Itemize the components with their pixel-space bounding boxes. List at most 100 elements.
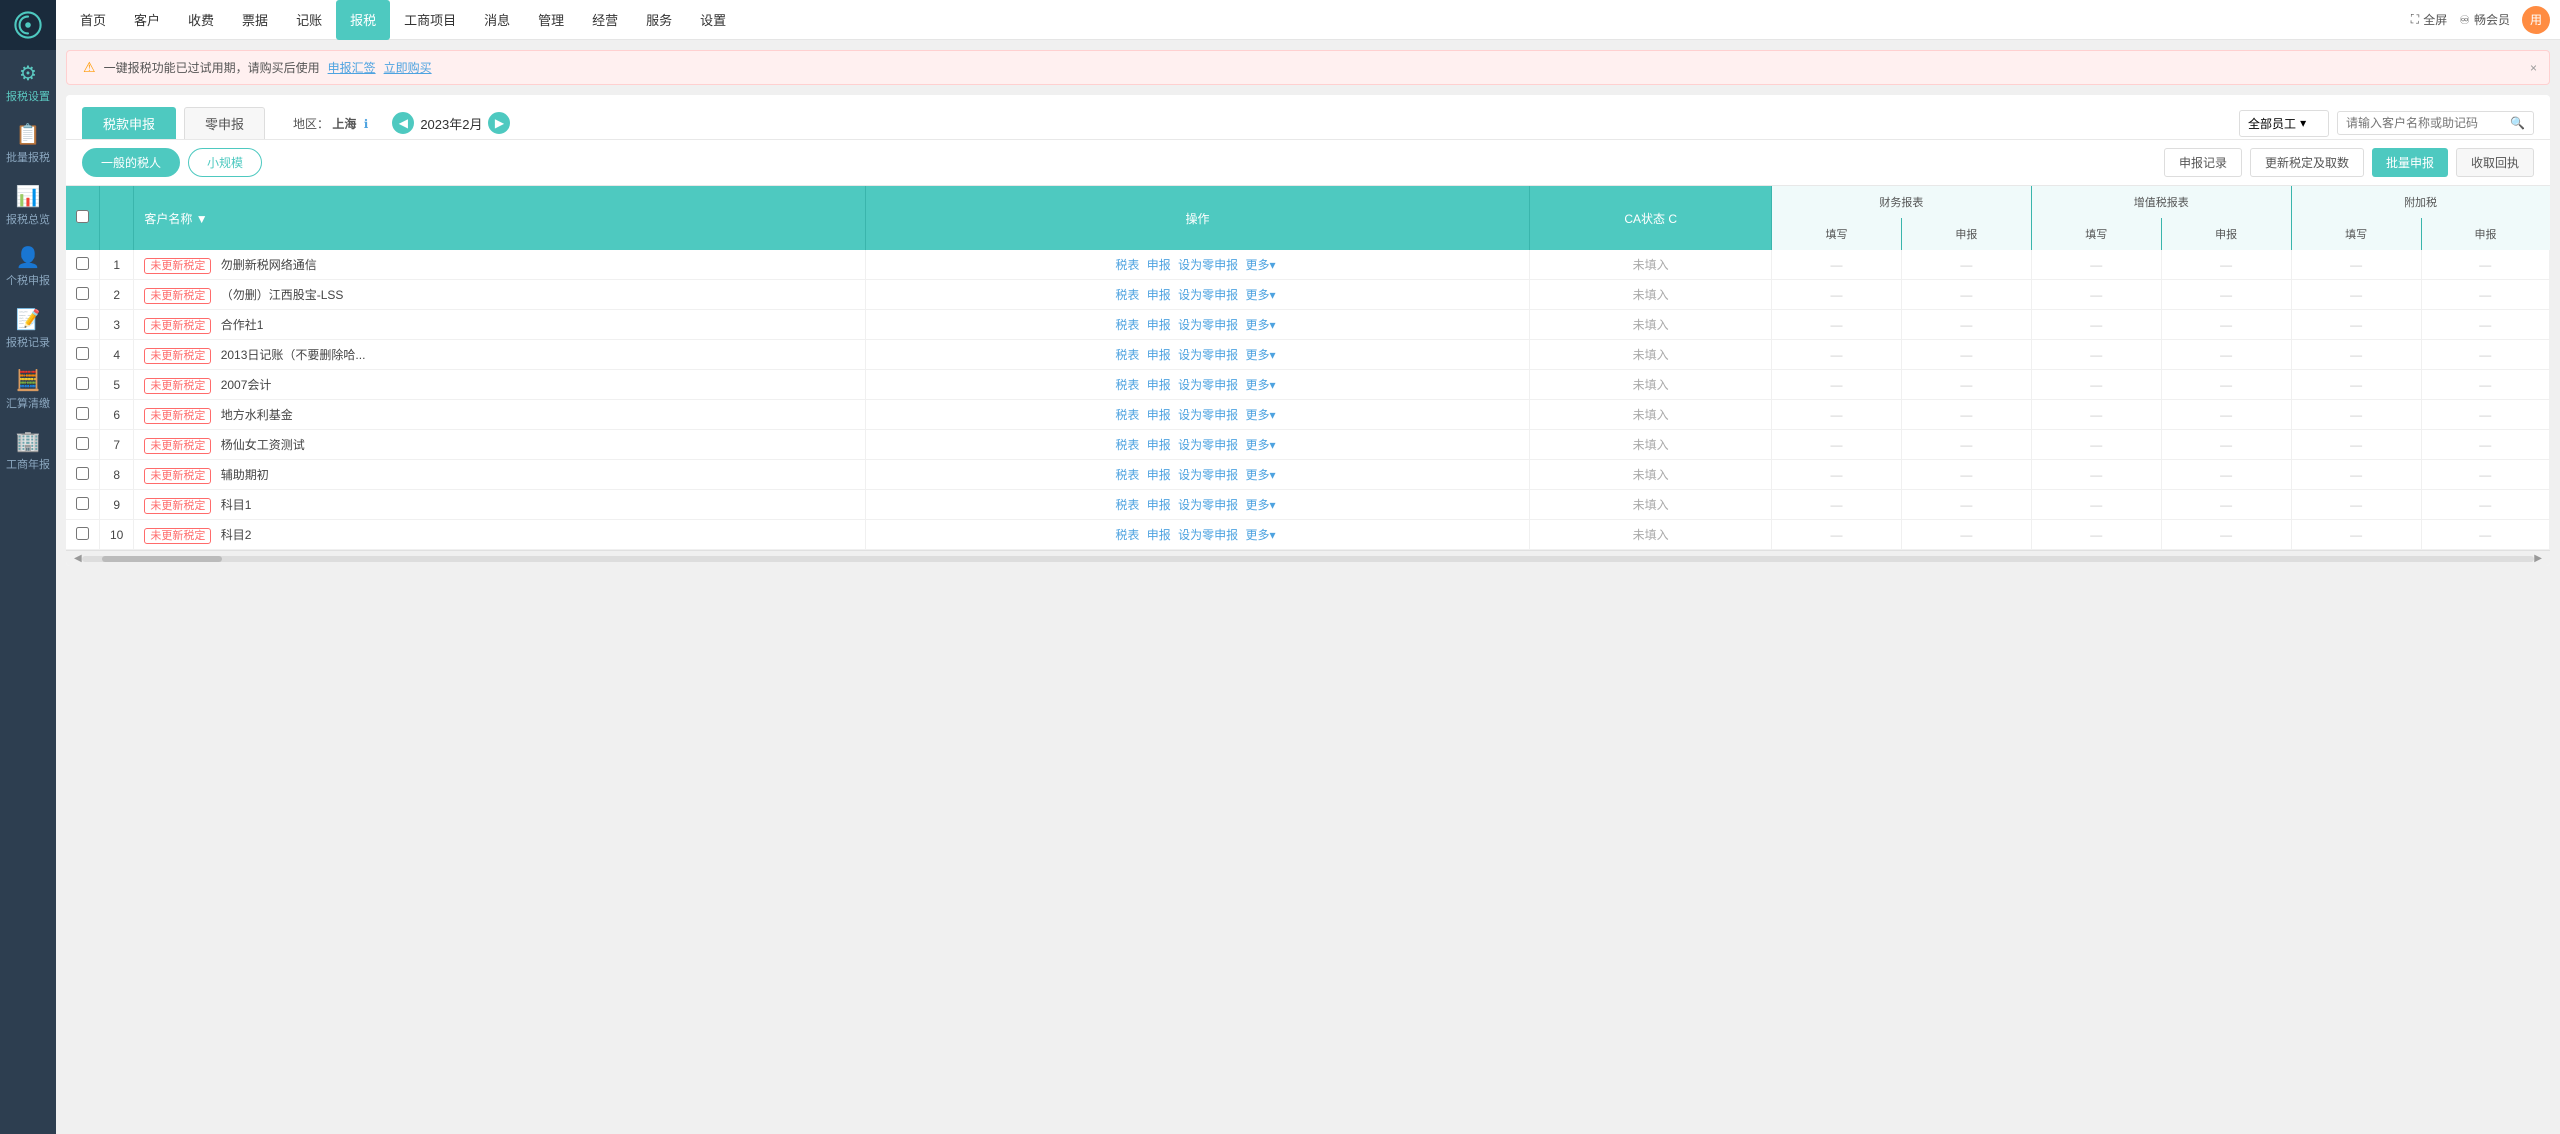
nav-management[interactable]: 管理 — [524, 0, 578, 40]
region-info-icon[interactable]: ℹ — [364, 117, 369, 131]
sidebar-item-tax-records[interactable]: 📝 报税记录 — [0, 296, 56, 357]
op-0-3[interactable]: 税表 — [1115, 348, 1139, 362]
op-0-6[interactable]: 税表 — [1115, 438, 1139, 452]
scroll-right-arrow[interactable]: ▶ — [2534, 553, 2542, 564]
scroll-left-arrow[interactable]: ◀ — [74, 553, 82, 564]
op-0-1[interactable]: 税表 — [1115, 288, 1139, 302]
row-checkbox-7[interactable] — [76, 467, 89, 480]
op-0-0[interactable]: 税表 — [1115, 258, 1139, 272]
scroll-track[interactable] — [82, 556, 2535, 562]
row-fin-dec: — — [1901, 430, 2031, 460]
search-icon[interactable]: 🔍 — [2510, 116, 2525, 130]
op-3-3[interactable]: 更多▾ — [1246, 348, 1276, 362]
op-0-7[interactable]: 税表 — [1115, 468, 1139, 482]
row-checkbox-3[interactable] — [76, 347, 89, 360]
banner-link-report[interactable]: 申报汇签 — [328, 59, 376, 76]
date-next-button[interactable]: ▶ — [488, 112, 510, 134]
op-1-8[interactable]: 申报 — [1147, 498, 1171, 512]
update-quota-button[interactable]: 更新税定及取数 — [2250, 148, 2364, 177]
user-avatar[interactable]: 用 — [2522, 6, 2550, 34]
nav-bookkeeping[interactable]: 记账 — [282, 0, 336, 40]
sort-icon[interactable]: ▼ — [196, 212, 208, 226]
op-1-0[interactable]: 申报 — [1147, 258, 1171, 272]
op-3-1[interactable]: 更多▾ — [1246, 288, 1276, 302]
horizontal-scrollbar[interactable]: ◀ ▶ — [66, 550, 2550, 566]
select-all-checkbox[interactable] — [76, 210, 89, 223]
nav-tax[interactable]: 报税 — [336, 0, 390, 40]
member-button[interactable]: ♾ 畅会员 — [2459, 11, 2510, 28]
op-3-5[interactable]: 更多▾ — [1246, 408, 1276, 422]
op-2-5[interactable]: 设为零申报 — [1178, 408, 1238, 422]
sidebar-item-settlement[interactable]: 🧮 汇算清缴 — [0, 357, 56, 418]
row-checkbox-1[interactable] — [76, 287, 89, 300]
op-1-1[interactable]: 申报 — [1147, 288, 1171, 302]
nav-billing[interactable]: 收费 — [174, 0, 228, 40]
tab-tax-declaration[interactable]: 税款申报 — [82, 107, 176, 139]
nav-invoice[interactable]: 票据 — [228, 0, 282, 40]
nav-business[interactable]: 工商项目 — [390, 0, 470, 40]
row-checkbox-0[interactable] — [76, 257, 89, 270]
op-2-0[interactable]: 设为零申报 — [1178, 258, 1238, 272]
unverified-tag: 未更新税定 — [144, 378, 211, 394]
nav-service[interactable]: 服务 — [632, 0, 686, 40]
fullscreen-button[interactable]: ⛶ 全屏 — [2411, 11, 2447, 28]
row-vat-dec: — — [2161, 520, 2291, 550]
op-1-9[interactable]: 申报 — [1147, 528, 1171, 542]
row-checkbox-5[interactable] — [76, 407, 89, 420]
op-3-7[interactable]: 更多▾ — [1246, 468, 1276, 482]
op-2-3[interactable]: 设为零申报 — [1178, 348, 1238, 362]
op-0-5[interactable]: 税表 — [1115, 408, 1139, 422]
sidebar-item-batch-tax[interactable]: 📋 批量报税 — [0, 111, 56, 172]
banner-link-buy[interactable]: 立即购买 — [384, 59, 432, 76]
op-1-3[interactable]: 申报 — [1147, 348, 1171, 362]
op-0-9[interactable]: 税表 — [1115, 528, 1139, 542]
op-2-8[interactable]: 设为零申报 — [1178, 498, 1238, 512]
date-prev-button[interactable]: ◀ — [392, 112, 414, 134]
sub-tab-general-taxpayer[interactable]: 一般的税人 — [82, 148, 180, 177]
op-1-6[interactable]: 申报 — [1147, 438, 1171, 452]
op-2-7[interactable]: 设为零申报 — [1178, 468, 1238, 482]
op-0-4[interactable]: 税表 — [1115, 378, 1139, 392]
row-checkbox-9[interactable] — [76, 527, 89, 540]
sub-tab-small-scale[interactable]: 小规模 — [188, 148, 262, 177]
op-3-9[interactable]: 更多▾ — [1246, 528, 1276, 542]
batch-apply-button[interactable]: 批量申报 — [2372, 148, 2448, 177]
sidebar-item-tax-settings[interactable]: ⚙ 报税设置 — [0, 50, 56, 111]
op-1-4[interactable]: 申报 — [1147, 378, 1171, 392]
nav-operations[interactable]: 经营 — [578, 0, 632, 40]
nav-settings[interactable]: 设置 — [686, 0, 740, 40]
row-checkbox-2[interactable] — [76, 317, 89, 330]
op-3-4[interactable]: 更多▾ — [1246, 378, 1276, 392]
row-checkbox-4[interactable] — [76, 377, 89, 390]
op-3-2[interactable]: 更多▾ — [1246, 318, 1276, 332]
op-0-2[interactable]: 税表 — [1115, 318, 1139, 332]
op-3-6[interactable]: 更多▾ — [1246, 438, 1276, 452]
op-2-4[interactable]: 设为零申报 — [1178, 378, 1238, 392]
row-add-fill: — — [2291, 490, 2421, 520]
op-1-7[interactable]: 申报 — [1147, 468, 1171, 482]
collect-return-button[interactable]: 收取回执 — [2456, 148, 2534, 177]
nav-messages[interactable]: 消息 — [470, 0, 524, 40]
banner-close-button[interactable]: × — [2530, 61, 2537, 75]
apply-record-button[interactable]: 申报记录 — [2164, 148, 2242, 177]
sidebar-item-business-annual[interactable]: 🏢 工商年报 — [0, 418, 56, 479]
op-0-8[interactable]: 税表 — [1115, 498, 1139, 512]
sidebar-item-tax-overview[interactable]: 📊 报税总览 — [0, 173, 56, 234]
op-1-2[interactable]: 申报 — [1147, 318, 1171, 332]
op-3-8[interactable]: 更多▾ — [1246, 498, 1276, 512]
row-checkbox-6[interactable] — [76, 437, 89, 450]
op-2-6[interactable]: 设为零申报 — [1178, 438, 1238, 452]
sidebar-item-personal-tax[interactable]: 👤 个税申报 — [0, 234, 56, 295]
op-1-5[interactable]: 申报 — [1147, 408, 1171, 422]
row-checkbox-8[interactable] — [76, 497, 89, 510]
op-2-9[interactable]: 设为零申报 — [1178, 528, 1238, 542]
staff-select-dropdown[interactable]: 全部员工 ▾ — [2239, 110, 2329, 137]
nav-client[interactable]: 客户 — [120, 0, 174, 40]
op-3-0[interactable]: 更多▾ — [1246, 258, 1276, 272]
scroll-thumb[interactable] — [102, 556, 222, 562]
op-2-2[interactable]: 设为零申报 — [1178, 318, 1238, 332]
tab-zero-declaration[interactable]: 零申报 — [184, 107, 265, 139]
op-2-1[interactable]: 设为零申报 — [1178, 288, 1238, 302]
search-input[interactable] — [2346, 116, 2506, 130]
nav-home[interactable]: 首页 — [66, 0, 120, 40]
